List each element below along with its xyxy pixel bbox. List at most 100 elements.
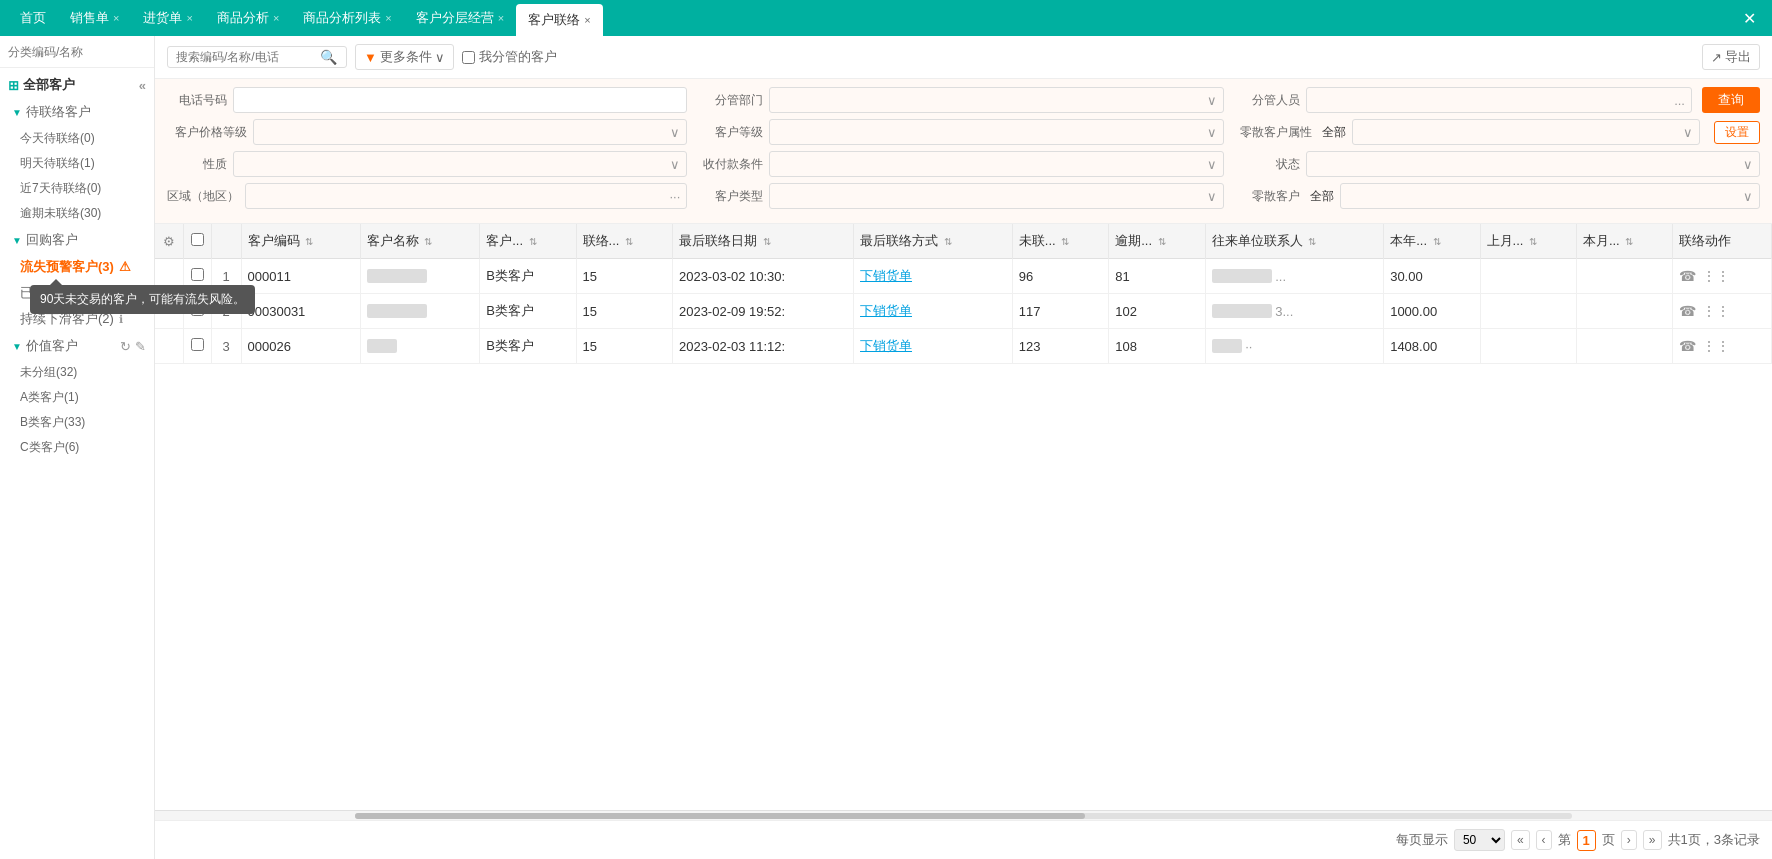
- row3-contact-icon[interactable]: ☎: [1679, 338, 1696, 354]
- sort-last-month-icon[interactable]: ⇅: [1529, 236, 1537, 247]
- nav-tab-customer-contact[interactable]: 客户联络 ×: [516, 4, 602, 36]
- sidebar-item-churn-warning[interactable]: 流失预警客户(3) ⚠: [0, 254, 154, 280]
- horizontal-scrollbar[interactable]: [155, 810, 1772, 820]
- sidebar-item-overdue[interactable]: 逾期未联络(30): [0, 201, 154, 226]
- row2-more-icon[interactable]: ⋮⋮: [1702, 303, 1730, 319]
- retail-select[interactable]: ∨: [1340, 183, 1760, 209]
- sidebar-item-class-a[interactable]: A类客户(1): [0, 385, 154, 410]
- my-customers-checkbox-label[interactable]: 我分管的客户: [462, 48, 557, 66]
- sidebar-item-ungrouped[interactable]: 未分组(32): [0, 360, 154, 385]
- nav-tab-analysis[interactable]: 商品分析 ×: [205, 0, 291, 36]
- select-all-checkbox[interactable]: [191, 233, 204, 246]
- payment-select[interactable]: ∨: [769, 151, 1223, 177]
- row1-this-month: [1576, 259, 1672, 294]
- per-page-select[interactable]: 50 100 200: [1454, 829, 1505, 851]
- search-button[interactable]: 🔍: [320, 49, 337, 65]
- sidebar-item-today[interactable]: 今天待联络(0): [0, 126, 154, 151]
- row2-person-blurred: [1212, 304, 1272, 318]
- sort-type-icon[interactable]: ⇅: [529, 236, 537, 247]
- my-customers-checkbox[interactable]: [462, 51, 475, 64]
- status-select[interactable]: ∨: [1306, 151, 1760, 177]
- row1-checkbox[interactable]: [191, 268, 204, 281]
- refresh-icon[interactable]: ↻: [120, 339, 131, 354]
- close-analysis-tab[interactable]: ×: [273, 12, 279, 24]
- customer-type-select[interactable]: ∨: [769, 183, 1223, 209]
- row3-contact: 15: [576, 329, 672, 364]
- region-label: 区域（地区）: [167, 188, 239, 205]
- sidebar-item-class-c[interactable]: C类客户(6): [0, 435, 154, 460]
- col-overdue: 逾期... ⇅: [1109, 224, 1205, 259]
- row1-more-icon[interactable]: ⋮⋮: [1702, 268, 1730, 284]
- sort-contact-person-icon[interactable]: ⇅: [1308, 236, 1316, 247]
- row1-last-method-link[interactable]: 下销货单: [860, 268, 912, 283]
- filter-dept: 分管部门 ∨: [703, 87, 1223, 113]
- close-customer-layer-tab[interactable]: ×: [498, 12, 504, 24]
- first-page-button[interactable]: «: [1511, 830, 1530, 850]
- sidebar-group-pending[interactable]: ▼ 待联络客户: [0, 98, 154, 126]
- sort-this-month-icon[interactable]: ⇅: [1625, 236, 1633, 247]
- sort-overdue-icon[interactable]: ⇅: [1158, 236, 1166, 247]
- row3-gear: [155, 329, 183, 364]
- close-purchase-tab[interactable]: ×: [186, 12, 192, 24]
- nav-tab-sales[interactable]: 销售单 ×: [58, 0, 131, 36]
- row3-last-month: [1480, 329, 1576, 364]
- table-settings-icon[interactable]: ⚙: [163, 234, 175, 249]
- edit-icon[interactable]: ✎: [135, 339, 146, 354]
- sort-not-contact-icon[interactable]: ⇅: [1061, 236, 1069, 247]
- nav-tab-analysis-list[interactable]: 商品分析列表 ×: [291, 0, 403, 36]
- price-level-select[interactable]: ∨: [253, 119, 687, 145]
- window-close-button[interactable]: ✕: [1735, 9, 1764, 28]
- phone-label: 电话号码: [167, 92, 227, 109]
- sidebar-item-class-b[interactable]: B类客户(33): [0, 410, 154, 435]
- next-page-button[interactable]: ›: [1621, 830, 1637, 850]
- row3-more-icon[interactable]: ⋮⋮: [1702, 338, 1730, 354]
- filter-payment: 收付款条件 ∨: [703, 151, 1223, 177]
- sort-code-icon[interactable]: ⇅: [305, 236, 313, 247]
- filter-nature: 性质 ∨: [167, 151, 687, 177]
- row1-action: ☎ ⋮⋮: [1673, 259, 1772, 294]
- customer-grade-select[interactable]: ∨: [769, 119, 1223, 145]
- sidebar-item-tomorrow[interactable]: 明天待联络(1): [0, 151, 154, 176]
- sort-last-method-icon[interactable]: ⇅: [944, 236, 952, 247]
- zero-retail-select[interactable]: ∨: [1352, 119, 1700, 145]
- col-contact-person: 往来单位联系人 ⇅: [1205, 224, 1384, 259]
- nature-select[interactable]: ∨: [233, 151, 687, 177]
- nav-home[interactable]: 首页: [8, 0, 58, 36]
- nav-tab-purchase[interactable]: 进货单 ×: [131, 0, 204, 36]
- nav-tab-customer-layer[interactable]: 客户分层经营 ×: [404, 0, 516, 36]
- info-icon2: ℹ: [119, 313, 123, 325]
- filter-row-1: 电话号码 分管部门 ∨ 分管人员 ... 查询: [167, 87, 1760, 113]
- close-analysis-list-tab[interactable]: ×: [385, 12, 391, 24]
- row2-contact-icon[interactable]: ☎: [1679, 303, 1696, 319]
- sidebar-group-repurchase[interactable]: ▼ 回购客户: [0, 226, 154, 254]
- sidebar-search-input[interactable]: [8, 45, 155, 59]
- sidebar-item-7days[interactable]: 近7天待联络(0): [0, 176, 154, 201]
- staff-select[interactable]: ...: [1306, 87, 1692, 113]
- dept-select[interactable]: ∨: [769, 87, 1223, 113]
- current-page: 1: [1577, 830, 1596, 851]
- phone-input[interactable]: [233, 87, 687, 113]
- export-button[interactable]: ↗ 导出: [1702, 44, 1760, 70]
- row2-last-method-link[interactable]: 下销货单: [860, 303, 912, 318]
- row3-checkbox[interactable]: [191, 338, 204, 351]
- close-sales-tab[interactable]: ×: [113, 12, 119, 24]
- settings-button[interactable]: 设置: [1714, 121, 1760, 144]
- region-select[interactable]: ···: [245, 183, 687, 209]
- row3-this-month: [1576, 329, 1672, 364]
- sort-this-year-icon[interactable]: ⇅: [1433, 236, 1441, 247]
- prev-page-button[interactable]: ‹: [1536, 830, 1552, 850]
- search-input[interactable]: [176, 50, 316, 64]
- sidebar-group-value[interactable]: ▼ 价值客户 ↻ ✎: [0, 332, 154, 360]
- row3-last-method-link[interactable]: 下销货单: [860, 338, 912, 353]
- last-page-button[interactable]: »: [1643, 830, 1662, 850]
- scrollbar-thumb[interactable]: [355, 813, 1085, 819]
- sort-name-icon[interactable]: ⇅: [424, 236, 432, 247]
- query-button[interactable]: 查询: [1702, 87, 1760, 113]
- sort-last-date-icon[interactable]: ⇅: [763, 236, 771, 247]
- sort-contact-icon[interactable]: ⇅: [625, 236, 633, 247]
- row1-type: B类客户: [480, 259, 576, 294]
- row1-contact-icon[interactable]: ☎: [1679, 268, 1696, 284]
- sidebar-all-customers[interactable]: ⊞ 全部客户 «: [0, 68, 154, 98]
- more-filter-button[interactable]: ▼ 更多条件 ∨: [355, 44, 454, 70]
- close-customer-contact-tab[interactable]: ×: [584, 14, 590, 26]
